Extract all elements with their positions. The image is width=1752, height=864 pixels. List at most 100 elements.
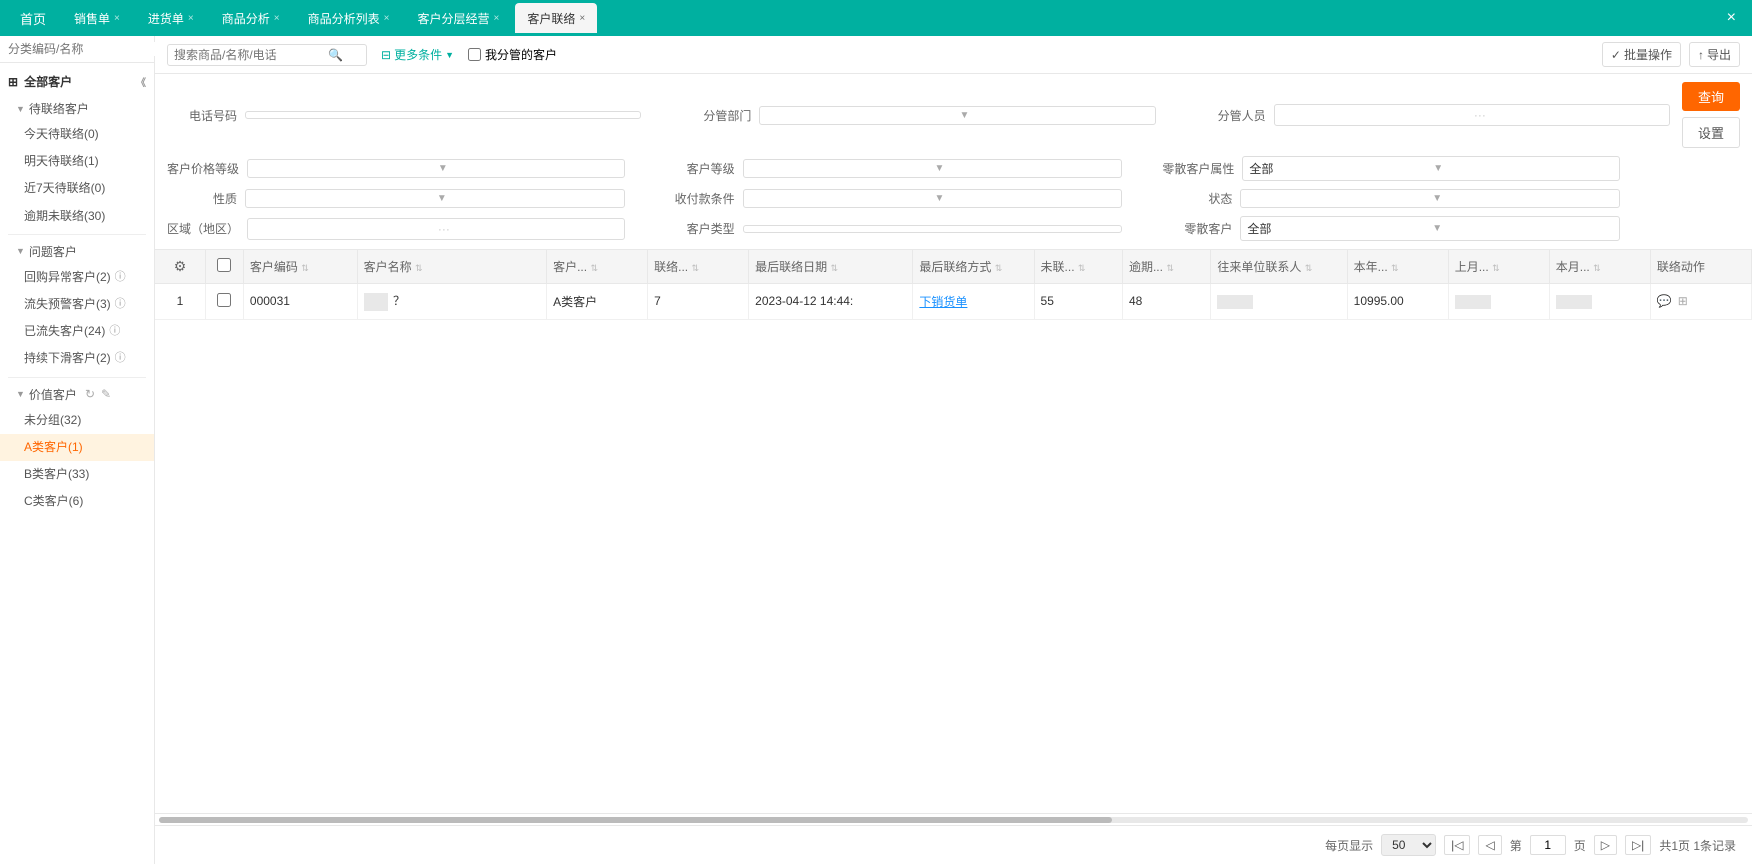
close-all-tabs[interactable]: ×: [1719, 5, 1744, 31]
search-input[interactable]: [174, 48, 324, 62]
prev-page-btn[interactable]: ◁: [1478, 835, 1501, 855]
retail-attr-select[interactable]: 全部 ▼: [1242, 156, 1620, 181]
th-name[interactable]: 客户名称 ⇅: [357, 250, 546, 284]
close-icon[interactable]: ×: [274, 13, 280, 24]
export-button[interactable]: ↑ 导出: [1689, 42, 1740, 67]
nav-tab-customer-contact[interactable]: 客户联络 ×: [515, 3, 597, 33]
chevron-down-icon: ▼: [1432, 193, 1613, 204]
contact-method-link[interactable]: 下销货单: [919, 295, 967, 309]
filter-customer-level: 客户等级 ▼: [665, 159, 1123, 178]
first-page-btn[interactable]: |◁: [1444, 835, 1470, 855]
sidebar-item-ungroup[interactable]: 未分组(32): [0, 407, 154, 434]
sidebar-item-c-class[interactable]: C类客户(6): [0, 488, 154, 515]
nature-select[interactable]: ▼: [245, 189, 625, 208]
th-this-year[interactable]: 本年... ⇅: [1347, 250, 1448, 284]
th-last-contact-date[interactable]: 最后联络日期 ⇅: [749, 250, 913, 284]
th-uncontact[interactable]: 未联... ⇅: [1034, 250, 1122, 284]
customer-level-label: 客户等级: [665, 160, 735, 177]
phone-input[interactable]: [245, 111, 641, 119]
close-icon[interactable]: ×: [114, 13, 120, 24]
close-icon[interactable]: ×: [188, 13, 194, 24]
th-contact-count[interactable]: 联络... ⇅: [648, 250, 749, 284]
sidebar-search-input[interactable]: [8, 42, 163, 56]
row-check[interactable]: [206, 284, 244, 320]
sidebar-group-value[interactable]: ▼ 价值客户 ↻ ✎: [0, 382, 154, 407]
nav-tab-analysis[interactable]: 商品分析 ×: [210, 3, 292, 33]
close-icon[interactable]: ×: [384, 13, 390, 24]
more-icon[interactable]: ···: [434, 222, 618, 236]
grid-icon[interactable]: ⊞: [1678, 294, 1688, 308]
th-type[interactable]: 客户... ⇅: [547, 250, 648, 284]
th-check[interactable]: [206, 250, 244, 284]
info-icon[interactable]: ⓘ: [115, 350, 126, 368]
info-icon[interactable]: ⓘ: [109, 323, 120, 341]
sidebar-item-a-class[interactable]: A类客户(1): [0, 434, 154, 461]
payment-select[interactable]: ▼: [743, 189, 1123, 208]
th-last-month[interactable]: 上月... ⇅: [1448, 250, 1549, 284]
sidebar-item-b-class[interactable]: B类客户(33): [0, 461, 154, 488]
price-level-select[interactable]: ▼: [247, 159, 625, 178]
info-icon[interactable]: ⓘ: [115, 296, 126, 314]
batch-op-button[interactable]: ✓ 批量操作: [1602, 42, 1681, 67]
sidebar-group-problem[interactable]: ▼ 问题客户: [0, 239, 154, 264]
sidebar-item-today[interactable]: 今天待联络(0): [0, 121, 154, 148]
edit-icon[interactable]: ✎: [101, 387, 111, 401]
customer-type-select[interactable]: [743, 225, 1123, 233]
th-code[interactable]: 客户编码 ⇅: [243, 250, 357, 284]
nav-tab-analysis-list[interactable]: 商品分析列表 ×: [296, 3, 402, 33]
more-icon[interactable]: ···: [1470, 108, 1663, 122]
main-container: 🔍 ⊞ 全部客户 《 ▼ 待联络客户 今天待联络(0) 明天待联络(1) 近7天…: [0, 36, 1752, 864]
collapse-icon[interactable]: 《: [136, 74, 146, 89]
last-page-btn[interactable]: ▷|: [1625, 835, 1651, 855]
sidebar-item-churn-warning[interactable]: 流失预警客户(3) ⓘ: [0, 291, 154, 318]
info-icon[interactable]: ⓘ: [115, 269, 126, 287]
nav-tab-purchase[interactable]: 进货单 ×: [136, 3, 206, 33]
sidebar-item-7days[interactable]: 近7天待联络(0): [0, 175, 154, 202]
person-select[interactable]: ···: [1274, 104, 1670, 126]
nav-tab-sales[interactable]: 销售单 ×: [62, 3, 132, 33]
sort-icon: ⇅: [995, 263, 1003, 273]
nav-home[interactable]: 首页: [8, 5, 58, 32]
my-customer-check[interactable]: [468, 48, 481, 61]
dept-label: 分管部门: [681, 107, 751, 124]
setting-button[interactable]: 设置: [1682, 117, 1740, 148]
customer-level-select[interactable]: ▼: [743, 159, 1123, 178]
retail-customer-select[interactable]: 全部 ▼: [1240, 216, 1620, 241]
region-label: 区域（地区）: [167, 220, 239, 237]
query-button[interactable]: 查询: [1682, 82, 1740, 111]
page-input[interactable]: [1530, 835, 1566, 855]
scrollbar-thumb[interactable]: [159, 817, 1112, 823]
row-last-contact-method[interactable]: 下销货单: [913, 284, 1034, 320]
dept-select[interactable]: ▼: [759, 106, 1155, 125]
sidebar-all-customers[interactable]: ⊞ 全部客户 《: [0, 67, 154, 96]
th-overdue[interactable]: 逾期... ⇅: [1122, 250, 1210, 284]
th-last-contact-method[interactable]: 最后联络方式 ⇅: [913, 250, 1034, 284]
nav-tab-customer-tier[interactable]: 客户分层经营 ×: [405, 3, 511, 33]
per-page-select[interactable]: 50 10 20 100: [1381, 834, 1436, 856]
refresh-icon[interactable]: ↻: [85, 387, 95, 401]
scrollbar-track[interactable]: [159, 817, 1748, 823]
th-unit-contact[interactable]: 往来单位联系人 ⇅: [1211, 250, 1347, 284]
row-checkbox[interactable]: [217, 293, 231, 307]
sidebar-item-tomorrow[interactable]: 明天待联络(1): [0, 148, 154, 175]
filter-btn[interactable]: ⊟ 更多条件 ▼: [375, 43, 460, 66]
chevron-down-icon: ▼: [438, 163, 618, 174]
chat-icon[interactable]: 💬: [1657, 294, 1672, 308]
status-select[interactable]: ▼: [1240, 189, 1620, 208]
th-this-month[interactable]: 本月... ⇅: [1549, 250, 1650, 284]
select-all-checkbox[interactable]: [217, 258, 231, 272]
my-customer-checkbox[interactable]: 我分管的客户: [468, 46, 557, 63]
gear-icon[interactable]: ⚙: [174, 258, 187, 274]
close-icon[interactable]: ×: [493, 13, 499, 24]
region-select[interactable]: ···: [247, 218, 625, 240]
next-page-btn[interactable]: ▷: [1594, 835, 1617, 855]
sidebar-item-repurchase-anomaly[interactable]: 回购异常客户(2) ⓘ: [0, 264, 154, 291]
close-icon[interactable]: ×: [579, 13, 585, 24]
th-gear[interactable]: ⚙: [155, 250, 206, 284]
sidebar-item-overdue[interactable]: 逾期未联络(30): [0, 203, 154, 230]
sidebar-item-declining[interactable]: 持续下滑客户(2) ⓘ: [0, 345, 154, 372]
horizontal-scrollbar[interactable]: [155, 813, 1752, 825]
phone-label: 电话号码: [167, 107, 237, 124]
sidebar-group-waiting[interactable]: ▼ 待联络客户: [0, 96, 154, 121]
sidebar-item-churned[interactable]: 已流失客户(24) ⓘ: [0, 318, 154, 345]
